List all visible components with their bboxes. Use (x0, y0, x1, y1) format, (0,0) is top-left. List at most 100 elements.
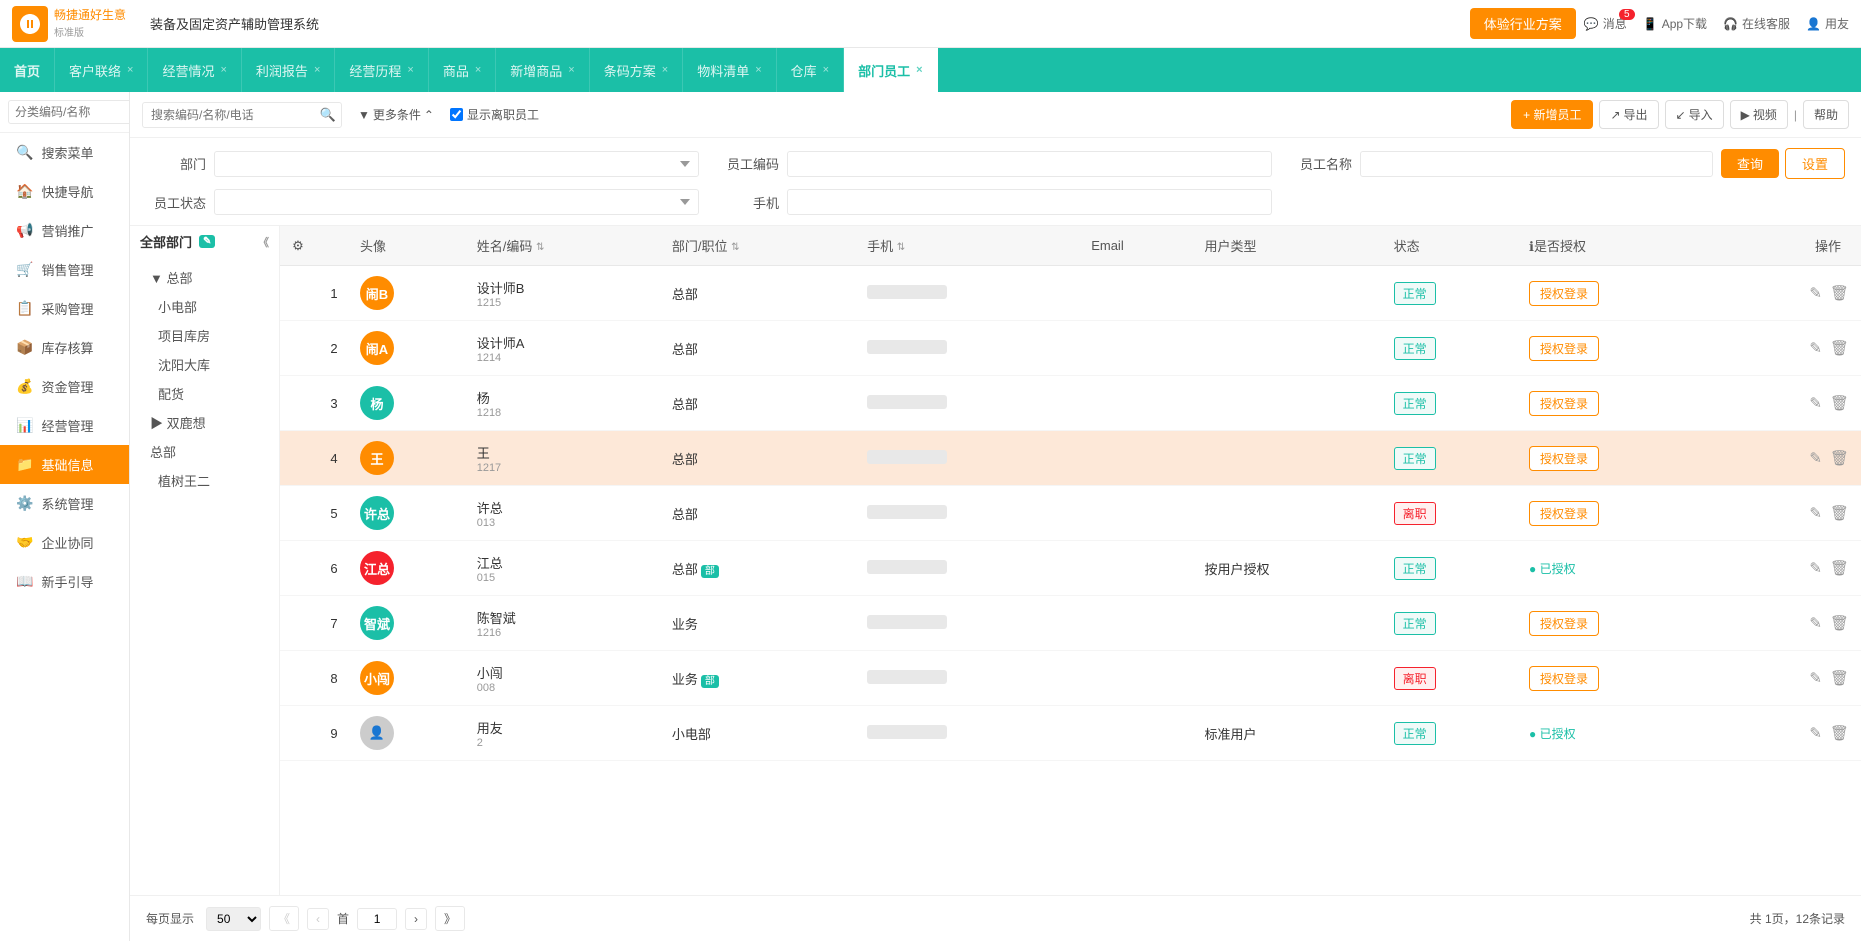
sidebar-item-system[interactable]: ⚙️系统管理 (0, 484, 129, 523)
sidebar-search-input[interactable] (8, 100, 130, 124)
delete-icon[interactable]: 🗑 (1830, 614, 1849, 632)
dept-filter-select[interactable] (214, 151, 699, 177)
edit-icon[interactable]: ✎ (1809, 339, 1822, 357)
phone-input[interactable] (787, 189, 1272, 215)
sidebar-item-basic-info[interactable]: 📁基础信息 (0, 445, 129, 484)
auth-btn[interactable]: 授权登录 (1529, 446, 1599, 471)
nav-tab-close-部门员工[interactable]: × (916, 64, 922, 76)
dept-node-small-elec[interactable]: 小电部 (130, 292, 279, 321)
edit-icon[interactable]: ✎ (1809, 394, 1822, 412)
info-icon[interactable]: ℹ (1529, 239, 1534, 254)
nav-tab-close-条码方案[interactable]: × (662, 64, 668, 76)
col-phone[interactable]: 手机 ⇅ (859, 226, 1083, 266)
sidebar-item-sales[interactable]: 🛒销售管理 (0, 250, 129, 289)
first-page-btn[interactable]: 《 (269, 906, 299, 931)
view-btn[interactable]: ▶ 视频 (1730, 100, 1788, 129)
prev-page-btn[interactable]: ‹ (307, 908, 329, 930)
show-left-employees-checkbox[interactable] (450, 108, 463, 121)
auth-btn[interactable]: 授权登录 (1529, 666, 1599, 691)
edit-icon[interactable]: ✎ (1809, 559, 1822, 577)
nav-tab-客户联络[interactable]: 客户联络× (55, 48, 148, 92)
nav-tab-close-新增商品[interactable]: × (568, 64, 574, 76)
nav-tab-部门员工[interactable]: 部门员工× (844, 48, 937, 92)
auth-btn[interactable]: 授权登录 (1529, 391, 1599, 416)
dept-node-shuangxiang[interactable]: ▶ 双鹿想 (130, 408, 279, 437)
dept-node-hq[interactable]: ▼ 总部 (130, 263, 279, 292)
edit-icon[interactable]: ✎ (1809, 724, 1822, 742)
edit-icon[interactable]: ✎ (1809, 614, 1822, 632)
sidebar-item-finance[interactable]: 💰资金管理 (0, 367, 129, 406)
message-btn[interactable]: 💬 消息 5 (1584, 15, 1627, 32)
employee-search-input[interactable] (142, 102, 342, 128)
sidebar-item-guide[interactable]: 📖新手引导 (0, 562, 129, 601)
add-employee-btn[interactable]: + 新增员工 (1511, 100, 1593, 129)
col-name[interactable]: 姓名/编码 ⇅ (469, 226, 664, 266)
emp-name-input[interactable] (1360, 151, 1713, 177)
nav-tab-仓库[interactable]: 仓库× (777, 48, 844, 92)
delete-icon[interactable]: 🗑 (1830, 449, 1849, 467)
nav-tab-经营情况[interactable]: 经营情况× (148, 48, 241, 92)
sidebar-item-inventory[interactable]: 📦库存核算 (0, 328, 129, 367)
edit-icon[interactable]: ✎ (1809, 284, 1822, 302)
dept-node-distribution[interactable]: 配货 (130, 379, 279, 408)
delete-icon[interactable]: 🗑 (1830, 504, 1849, 522)
delete-icon[interactable]: 🗑 (1830, 339, 1849, 357)
last-page-btn[interactable]: 》 (435, 906, 465, 931)
edit-icon[interactable]: ✎ (1809, 449, 1822, 467)
nav-tab-close-商品[interactable]: × (475, 64, 481, 76)
user-menu[interactable]: 👤 用友 (1806, 15, 1849, 32)
sidebar-item-operations[interactable]: 📊经营管理 (0, 406, 129, 445)
delete-icon[interactable]: 🗑 (1830, 669, 1849, 687)
nav-tab-close-经营情况[interactable]: × (220, 64, 226, 76)
delete-icon[interactable]: 🗑 (1830, 394, 1849, 412)
employee-search-icon[interactable]: 🔍 (320, 107, 336, 123)
dept-node-shenyang[interactable]: 沈阳大库 (130, 350, 279, 379)
page-size-select[interactable]: 50 20 100 (206, 907, 261, 931)
page-number-input[interactable] (357, 908, 397, 930)
nav-tab-close-仓库[interactable]: × (823, 64, 829, 76)
nav-tab-close-经营历程[interactable]: × (407, 64, 413, 76)
delete-icon[interactable]: 🗑 (1830, 284, 1849, 302)
edit-icon[interactable]: ✎ (1809, 504, 1822, 522)
sidebar-item-corp[interactable]: 🤝企业协同 (0, 523, 129, 562)
auth-btn[interactable]: 授权登录 (1529, 336, 1599, 361)
sidebar-item-quick-nav[interactable]: 🏠快捷导航 (0, 172, 129, 211)
online-service-btn[interactable]: 🎧 在线客服 (1723, 15, 1790, 32)
auth-btn[interactable]: 授权登录 (1529, 501, 1599, 526)
search-btn[interactable]: 查询 (1721, 149, 1779, 178)
delete-icon[interactable]: 🗑 (1830, 559, 1849, 577)
sidebar-item-purchase[interactable]: 📋采购管理 (0, 289, 129, 328)
nav-tab-首页[interactable]: 首页 (0, 48, 55, 92)
sidebar-item-search-menu[interactable]: 🔍搜索菜单 (0, 133, 129, 172)
dept-node-planting[interactable]: 植树王二 (130, 466, 279, 495)
nav-tab-物料清单[interactable]: 物料清单× (683, 48, 776, 92)
auth-btn[interactable]: 授权登录 (1529, 611, 1599, 636)
nav-tab-close-利润报告[interactable]: × (314, 64, 320, 76)
set-btn[interactable]: 设置 (1785, 148, 1845, 179)
dept-collapse-btn[interactable]: 《 (258, 234, 269, 250)
help-btn[interactable]: 帮助 (1803, 100, 1849, 129)
emp-status-select[interactable] (214, 189, 699, 215)
nav-tab-新增商品[interactable]: 新增商品× (496, 48, 589, 92)
dept-edit-icon[interactable]: ✎ (199, 235, 215, 248)
app-download-btn[interactable]: 📱 App下载 (1643, 15, 1707, 32)
trial-button[interactable]: 体验行业方案 (1470, 8, 1576, 39)
nav-tab-商品[interactable]: 商品× (429, 48, 496, 92)
emp-code-input[interactable] (787, 151, 1272, 177)
dept-node-project[interactable]: 项目库房 (130, 321, 279, 350)
nav-tab-close-物料清单[interactable]: × (755, 64, 761, 76)
settings-icon[interactable]: ⚙ (292, 238, 304, 253)
auth-btn[interactable]: 授权登录 (1529, 281, 1599, 306)
more-filter-btn[interactable]: ▼ 更多条件 ⌃ (350, 102, 442, 127)
nav-tab-close-客户联络[interactable]: × (127, 64, 133, 76)
nav-tab-利润报告[interactable]: 利润报告× (242, 48, 335, 92)
show-left-employees-label[interactable]: 显示离职员工 (450, 106, 539, 123)
delete-icon[interactable]: 🗑 (1830, 724, 1849, 742)
export-btn[interactable]: ↗ 导出 (1599, 100, 1658, 129)
edit-icon[interactable]: ✎ (1809, 669, 1822, 687)
next-page-btn[interactable]: › (405, 908, 427, 930)
nav-tab-经营历程[interactable]: 经营历程× (335, 48, 428, 92)
dept-node-hq2[interactable]: 总部 (130, 437, 279, 466)
import-btn[interactable]: ↙ 导入 (1665, 100, 1724, 129)
col-dept[interactable]: 部门/职位 ⇅ (664, 226, 859, 266)
